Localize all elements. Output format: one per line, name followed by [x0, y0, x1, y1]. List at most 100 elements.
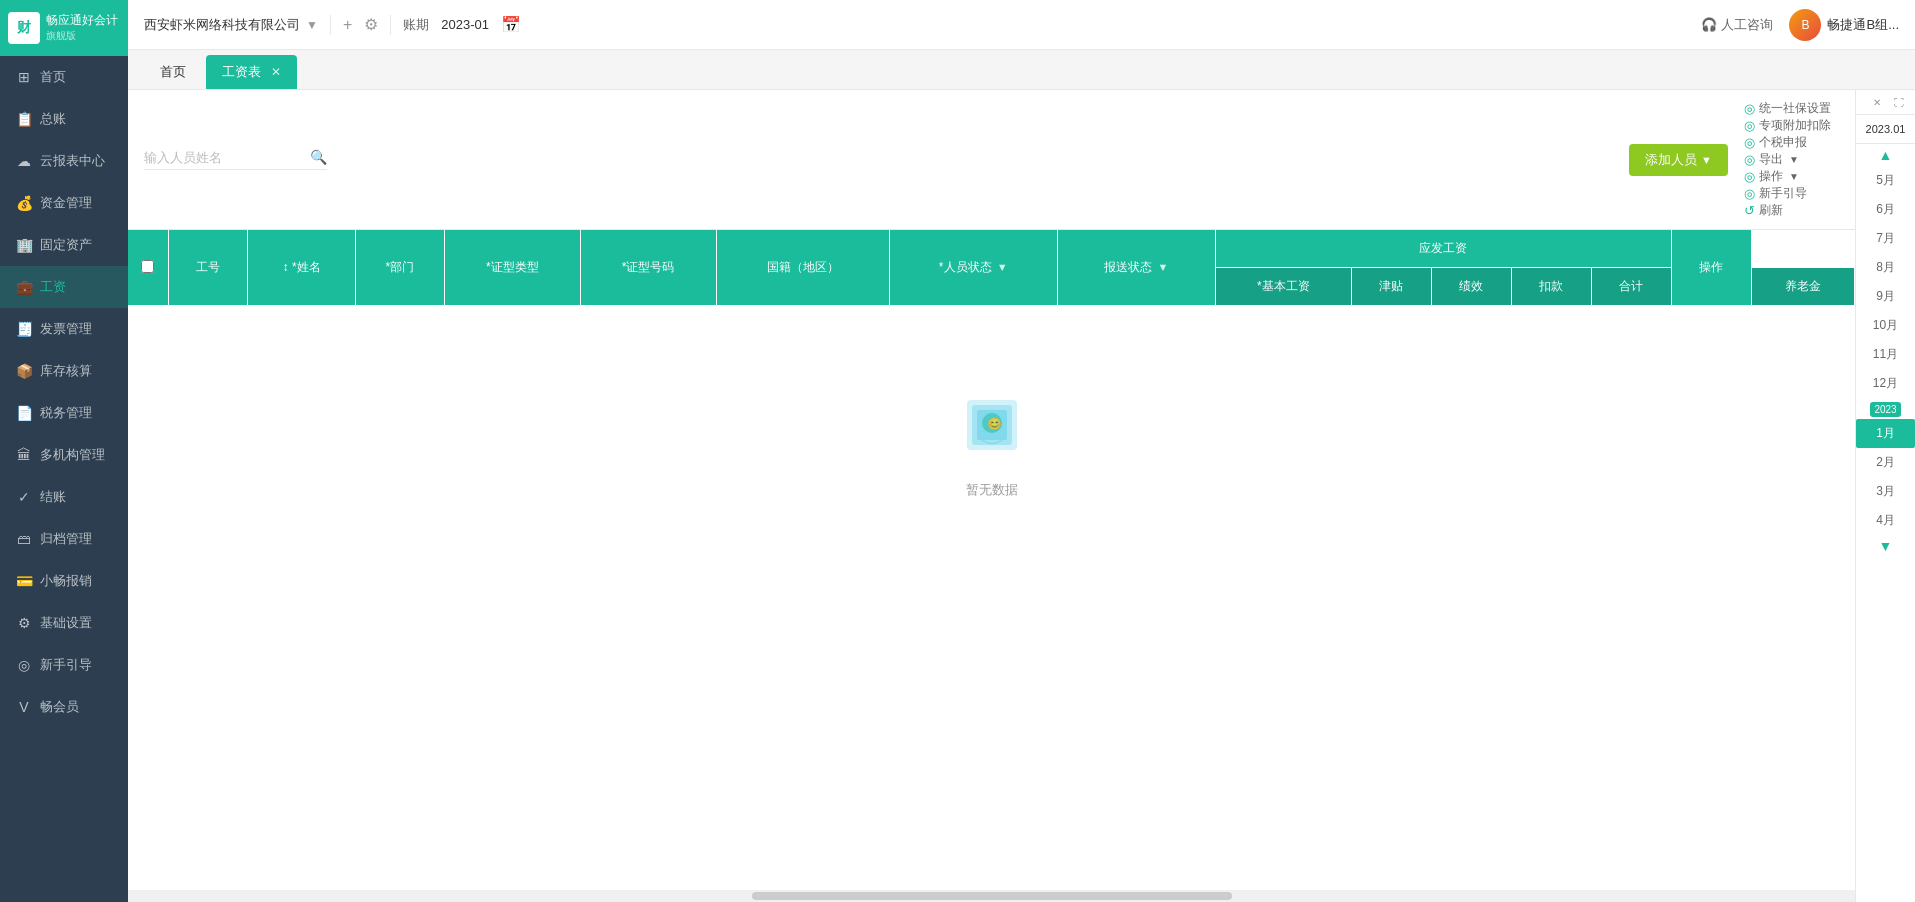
sidebar-label-member: 畅会员	[40, 698, 79, 716]
sidebar-item-expense[interactable]: 💳 小畅报销	[0, 560, 128, 602]
cal-month-m11[interactable]: 11月	[1856, 340, 1915, 369]
service-button[interactable]: 🎧 人工咨询	[1701, 16, 1773, 34]
toolbar-icon-deduction: ◎	[1744, 118, 1755, 133]
cal-month-m10[interactable]: 10月	[1856, 311, 1915, 340]
th-checkbox	[128, 230, 168, 305]
sidebar-item-multi[interactable]: 🏛 多机构管理	[0, 434, 128, 476]
sidebar-item-close[interactable]: ✓ 结账	[0, 476, 128, 518]
tab-salary[interactable]: 工资表 ✕	[206, 55, 297, 89]
period-calendar-icon[interactable]: 📅	[501, 15, 521, 34]
cal-month-m2[interactable]: 2月	[1856, 448, 1915, 477]
sidebar-item-salary[interactable]: 💼 工资	[0, 266, 128, 308]
horizontal-scrollbar[interactable]	[128, 890, 1855, 902]
sidebar-label-tax: 税务管理	[40, 404, 92, 422]
toolbar-action-social[interactable]: ◎ 统一社保设置	[1736, 100, 1839, 117]
sidebar-item-tax[interactable]: 📄 税务管理	[0, 392, 128, 434]
calendar-down-arrow[interactable]: ▼	[1879, 539, 1893, 553]
sidebar-item-archive[interactable]: 🗃 归档管理	[0, 518, 128, 560]
sidebar-item-member[interactable]: V 畅会员	[0, 686, 128, 728]
sidebar-label-multi: 多机构管理	[40, 446, 105, 464]
toolbar-label-guide: 新手引导	[1759, 185, 1807, 202]
calendar-close-icon[interactable]: ✕	[1869, 94, 1885, 110]
sidebar-label-ledger: 总账	[40, 110, 66, 128]
user-menu[interactable]: B 畅捷通B组...	[1789, 9, 1899, 41]
sidebar-icon-report: ☁	[16, 153, 32, 169]
th-dept: *部门	[355, 230, 444, 305]
th-total: 合计	[1591, 268, 1671, 306]
sidebar-icon-multi: 🏛	[16, 447, 32, 463]
th-nation: 国籍（地区）	[716, 230, 890, 305]
toolbar-action-tax[interactable]: ◎ 个税申报	[1736, 134, 1839, 151]
sidebar-item-guide[interactable]: ◎ 新手引导	[0, 644, 128, 686]
sidebar-item-ledger[interactable]: 📋 总账	[0, 98, 128, 140]
th-ops: 操作	[1671, 230, 1751, 305]
cal-month-m6[interactable]: 6月	[1856, 195, 1915, 224]
search-input[interactable]	[144, 150, 304, 165]
topbar-divider2	[390, 15, 391, 35]
company-name: 西安虾米网络科技有限公司	[144, 16, 300, 34]
calendar-maximize-icon[interactable]: ⛶	[1891, 94, 1907, 110]
add-person-label: 添加人员	[1645, 151, 1697, 169]
add-person-dropdown-icon: ▼	[1701, 154, 1712, 166]
toolbar-label-export: 导出	[1759, 151, 1783, 168]
topbar-divider1	[330, 15, 331, 35]
cal-month-m12[interactable]: 12月	[1856, 369, 1915, 398]
toolbar-action-refresh[interactable]: ↺ 刷新	[1736, 202, 1839, 219]
sidebar-icon-member: V	[16, 699, 32, 715]
sidebar: 财 畅应通好会计 旗舰版 ⊞ 首页 📋 总账 ☁ 云报表中心 💰 资金管理 🏢 …	[0, 0, 128, 902]
sidebar-item-report[interactable]: ☁ 云报表中心	[0, 140, 128, 182]
toolbar-icon-operate: ◎	[1744, 169, 1755, 184]
th-empno: 工号	[168, 230, 248, 305]
th-certtype: *证型类型	[444, 230, 580, 305]
tab-salary-label: 工资表	[222, 64, 261, 79]
sidebar-item-assets[interactable]: 🏢 固定资产	[0, 224, 128, 266]
calendar-top-buttons: ✕ ⛶	[1856, 90, 1915, 115]
company-settings-icon[interactable]: ⚙	[364, 15, 378, 34]
cal-month-m9[interactable]: 9月	[1856, 282, 1915, 311]
sidebar-icon-guide: ◎	[16, 657, 32, 673]
sidebar-item-invoice[interactable]: 🧾 发票管理	[0, 308, 128, 350]
app-logo: 财 畅应通好会计 旗舰版	[0, 0, 128, 56]
toolbar-icon-refresh: ↺	[1744, 203, 1755, 218]
toolbar-label-tax: 个税申报	[1759, 134, 1807, 151]
add-company-icon[interactable]: +	[343, 16, 352, 34]
cal-month-m4[interactable]: 4月	[1856, 506, 1915, 535]
add-person-button[interactable]: 添加人员 ▼	[1629, 144, 1728, 176]
cal-month-m5[interactable]: 5月	[1856, 166, 1915, 195]
sidebar-item-settings[interactable]: ⚙ 基础设置	[0, 602, 128, 644]
empty-state: 😊 暂无数据	[128, 305, 1855, 579]
sidebar-item-inventory[interactable]: 📦 库存核算	[0, 350, 128, 392]
company-selector[interactable]: 西安虾米网络科技有限公司 ▼	[144, 16, 318, 34]
toolbar-icon-social: ◎	[1744, 101, 1755, 116]
select-all-checkbox[interactable]	[141, 260, 154, 273]
sidebar-label-report: 云报表中心	[40, 152, 105, 170]
tab-close-icon[interactable]: ✕	[271, 65, 281, 79]
table-container: 工号 ↕ *姓名 *部门 *证型类型 *证型号码 国籍（地区） *人员状态 ▼ …	[128, 230, 1855, 890]
tabbar: 首页 工资表 ✕	[128, 50, 1915, 90]
sidebar-icon-home: ⊞	[16, 69, 32, 85]
cal-month-m1[interactable]: 1月	[1856, 419, 1915, 448]
cal-month-m3[interactable]: 3月	[1856, 477, 1915, 506]
toolbar-dropdown-export: ▼	[1789, 154, 1799, 165]
user-name: 畅捷通B组...	[1827, 16, 1899, 34]
cal-month-m7[interactable]: 7月	[1856, 224, 1915, 253]
tab-home[interactable]: 首页	[144, 55, 202, 89]
topbar: 西安虾米网络科技有限公司 ▼ + ⚙ 账期 2023-01 📅 🎧 人工咨询 B…	[128, 0, 1915, 50]
toolbar-action-deduction[interactable]: ◎ 专项附加扣除	[1736, 117, 1839, 134]
sidebar-icon-tax: 📄	[16, 405, 32, 421]
svg-text:😊: 😊	[987, 416, 1002, 431]
toolbar-action-export[interactable]: ◎ 导出 ▼	[1736, 151, 1839, 168]
scrollbar-thumb[interactable]	[752, 892, 1232, 900]
logo-icon: 财	[8, 12, 40, 44]
sidebar-icon-settings: ⚙	[16, 615, 32, 631]
sidebar-item-home[interactable]: ⊞ 首页	[0, 56, 128, 98]
calendar-up-arrow[interactable]: ▲	[1879, 148, 1893, 162]
toolbar: 🔍 添加人员 ▼ ◎ 统一社保设置 ◎ 专项附加扣除 ◎ 个税申报 ◎ 导出 ▼…	[128, 90, 1855, 230]
toolbar-action-operate[interactable]: ◎ 操作 ▼	[1736, 168, 1839, 185]
cal-month-m8[interactable]: 8月	[1856, 253, 1915, 282]
toolbar-icon-tax: ◎	[1744, 135, 1755, 150]
sidebar-item-funds[interactable]: 💰 资金管理	[0, 182, 128, 224]
search-box: 🔍	[144, 149, 327, 170]
toolbar-action-guide[interactable]: ◎ 新手引导	[1736, 185, 1839, 202]
tab-home-label: 首页	[160, 64, 186, 79]
